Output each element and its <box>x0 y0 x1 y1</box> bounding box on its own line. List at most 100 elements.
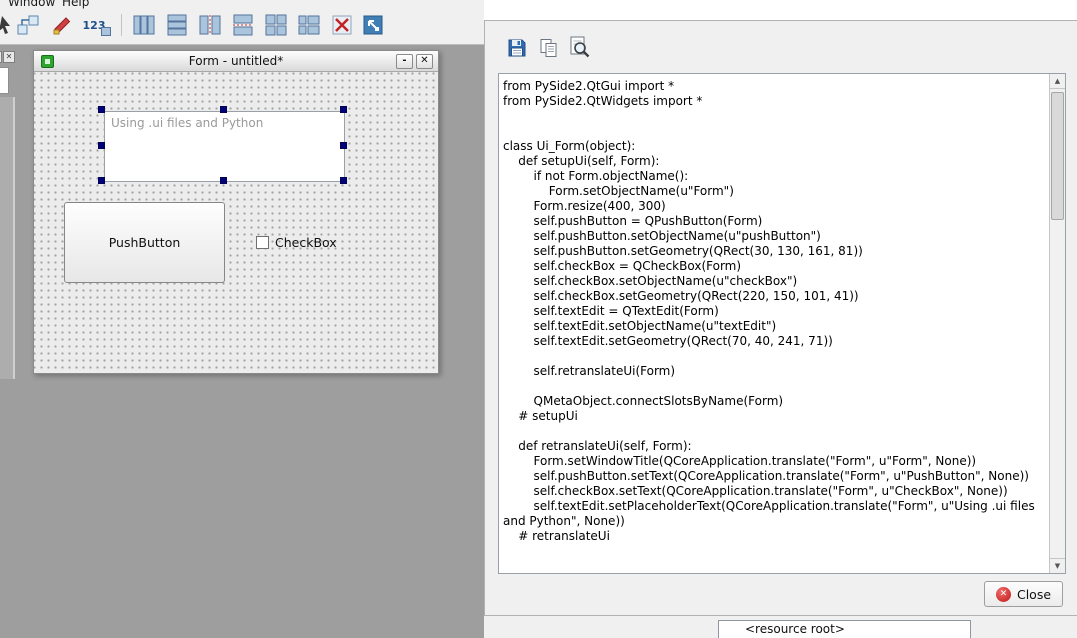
main-toolbar: 123 <box>0 9 484 44</box>
edit-buddies-button[interactable] <box>48 11 76 39</box>
code-line: Form.setObjectName(u"Form") <box>503 184 1049 199</box>
code-line: self.checkBox.setObjectName(u"checkBox") <box>503 274 1049 289</box>
code-preview-dialog: from PySide2.QtGui import *from PySide2.… <box>484 20 1077 616</box>
code-line <box>503 109 1049 124</box>
qt-designer-screen: Window Help <box>0 0 1077 638</box>
code-line: if not Form.objectName(): <box>503 169 1049 184</box>
copy-button[interactable] <box>535 36 562 63</box>
code-line: def retranslateUi(self, Form): <box>503 439 1049 454</box>
form-window-title: Form - untitled* <box>34 54 438 68</box>
code-line: # setupUi <box>503 409 1049 424</box>
code-editor[interactable]: from PySide2.QtGui import *from PySide2.… <box>499 74 1049 573</box>
code-line: self.textEdit = QTextEdit(Form) <box>503 304 1049 319</box>
checkbox-label: CheckBox <box>275 235 337 250</box>
selection-handle-bottom-left[interactable] <box>98 177 105 184</box>
menu-help[interactable]: Help <box>62 0 89 9</box>
code-line: class Ui_Form(object): <box>503 139 1049 154</box>
code-line: from PySide2.QtWidgets import * <box>503 94 1049 109</box>
lay-out-vertically-in-splitter-icon <box>232 14 254 36</box>
find-icon <box>567 35 592 64</box>
code-line: and Python", None)) <box>503 514 1049 529</box>
dock-close-button[interactable]: ✕ <box>3 51 15 63</box>
lay-out-vertically-in-splitter-button[interactable] <box>229 11 257 39</box>
dock-float-button[interactable]: ◻ <box>0 51 2 63</box>
menubar: Window Help <box>0 0 484 9</box>
resource-root-item[interactable]: <resource root> <box>718 620 971 638</box>
code-line: self.checkBox = QCheckBox(Form) <box>503 259 1049 274</box>
code-line: def setupUi(self, Form): <box>503 154 1049 169</box>
close-red-x-icon: ✕ <box>996 587 1011 602</box>
edit-buddies-icon <box>51 14 73 36</box>
lay-out-horizontally-in-splitter-icon <box>199 14 221 36</box>
lay-out-horizontally-in-splitter-button[interactable] <box>196 11 224 39</box>
code-line <box>503 424 1049 439</box>
code-line: Form.resize(400, 300) <box>503 199 1049 214</box>
pushbutton-widget[interactable]: PushButton <box>64 202 225 283</box>
selection-handle-top-middle[interactable] <box>220 106 227 113</box>
edit-tab-order-icon: 123 <box>83 19 106 32</box>
find-button[interactable] <box>566 36 593 63</box>
code-line: from PySide2.QtGui import * <box>503 79 1049 94</box>
code-frame: from PySide2.QtGui import *from PySide2.… <box>498 73 1066 574</box>
selection-handle-bottom-right[interactable] <box>340 177 347 184</box>
code-line <box>503 124 1049 139</box>
selection-handle-top-left[interactable] <box>98 106 105 113</box>
lay-out-vertically-button[interactable] <box>163 11 191 39</box>
scrollbar-down-arrow-icon[interactable]: ▼ <box>1050 558 1065 573</box>
form-editor-window: Form - untitled* - ✕ Using .ui files and… <box>33 50 439 374</box>
edit-signals-slots-icon <box>17 14 39 36</box>
code-line: self.pushButton.setText(QCoreApplication… <box>503 469 1049 484</box>
lay-out-vertically-icon <box>166 14 188 36</box>
edit-widgets-icon <box>0 14 12 36</box>
widgetbox-filter-sliver[interactable] <box>0 67 9 94</box>
checkbox-widget[interactable]: CheckBox <box>254 222 355 263</box>
edit-tab-order-button[interactable]: 123 <box>80 11 108 39</box>
code-line: # retranslateUi <box>503 529 1049 544</box>
widgetbox-scrollbar-sliver[interactable] <box>13 97 15 379</box>
textedit-widget[interactable]: Using .ui files and Python <box>104 111 345 182</box>
form-window-titlebar[interactable]: Form - untitled* - ✕ <box>34 51 438 72</box>
form-canvas[interactable]: Using .ui files and Python PushButton Ch… <box>34 72 438 373</box>
selection-handle-middle-right[interactable] <box>340 142 347 149</box>
break-layout-icon <box>331 14 353 36</box>
widgetbox-dock-sliver <box>0 97 13 379</box>
code-line <box>503 379 1049 394</box>
close-button[interactable]: ✕ Close <box>984 581 1063 607</box>
save-icon <box>506 37 528 63</box>
form-minimize-button[interactable]: - <box>396 54 413 69</box>
form-close-button[interactable]: ✕ <box>416 54 433 69</box>
scrollbar-thumb[interactable] <box>1051 92 1064 220</box>
lay-out-in-a-grid-button[interactable] <box>262 11 290 39</box>
code-line: self.checkBox.setText(QCoreApplication.t… <box>503 484 1049 499</box>
code-line: self.retranslateUi(Form) <box>503 364 1049 379</box>
code-line: self.textEdit.setGeometry(QRect(70, 40, … <box>503 334 1049 349</box>
code-line: self.textEdit.setPlaceholderText(QCoreAp… <box>503 499 1049 514</box>
menu-window[interactable]: Window <box>8 0 55 9</box>
adjust-size-icon <box>362 14 384 36</box>
save-button[interactable] <box>503 36 530 63</box>
code-line: self.pushButton.setGeometry(QRect(30, 13… <box>503 244 1049 259</box>
resource-browser-sliver: <resource root> <box>484 616 1077 638</box>
selection-handle-bottom-middle[interactable] <box>220 177 227 184</box>
toolbar-separator <box>121 14 122 36</box>
break-layout-button[interactable] <box>328 11 356 39</box>
selection-handle-middle-left[interactable] <box>98 142 105 149</box>
edit-widgets-button[interactable] <box>0 11 15 39</box>
code-line: Form.setWindowTitle(QCoreApplication.tra… <box>503 454 1049 469</box>
close-button-label: Close <box>1017 587 1051 602</box>
code-line: self.pushButton = QPushButton(Form) <box>503 214 1049 229</box>
lay-out-in-a-grid-icon <box>265 14 287 36</box>
lay-out-horizontally-button[interactable] <box>130 11 158 39</box>
code-line <box>503 349 1049 364</box>
lay-out-horizontally-icon <box>133 14 155 36</box>
scrollbar-up-arrow-icon[interactable]: ▲ <box>1050 74 1065 89</box>
code-line: self.textEdit.setObjectName(u"textEdit") <box>503 319 1049 334</box>
code-line: self.pushButton.setObjectName(u"pushButt… <box>503 229 1049 244</box>
vertical-scrollbar[interactable]: ▲ ▼ <box>1049 74 1065 573</box>
lay-out-in-a-form-layout-button[interactable] <box>295 11 323 39</box>
edit-signals-slots-button[interactable] <box>14 11 42 39</box>
selection-handle-top-right[interactable] <box>340 106 347 113</box>
adjust-size-button[interactable] <box>359 11 387 39</box>
lay-out-in-a-form-layout-icon <box>298 14 320 36</box>
checkbox-indicator[interactable] <box>256 236 269 249</box>
